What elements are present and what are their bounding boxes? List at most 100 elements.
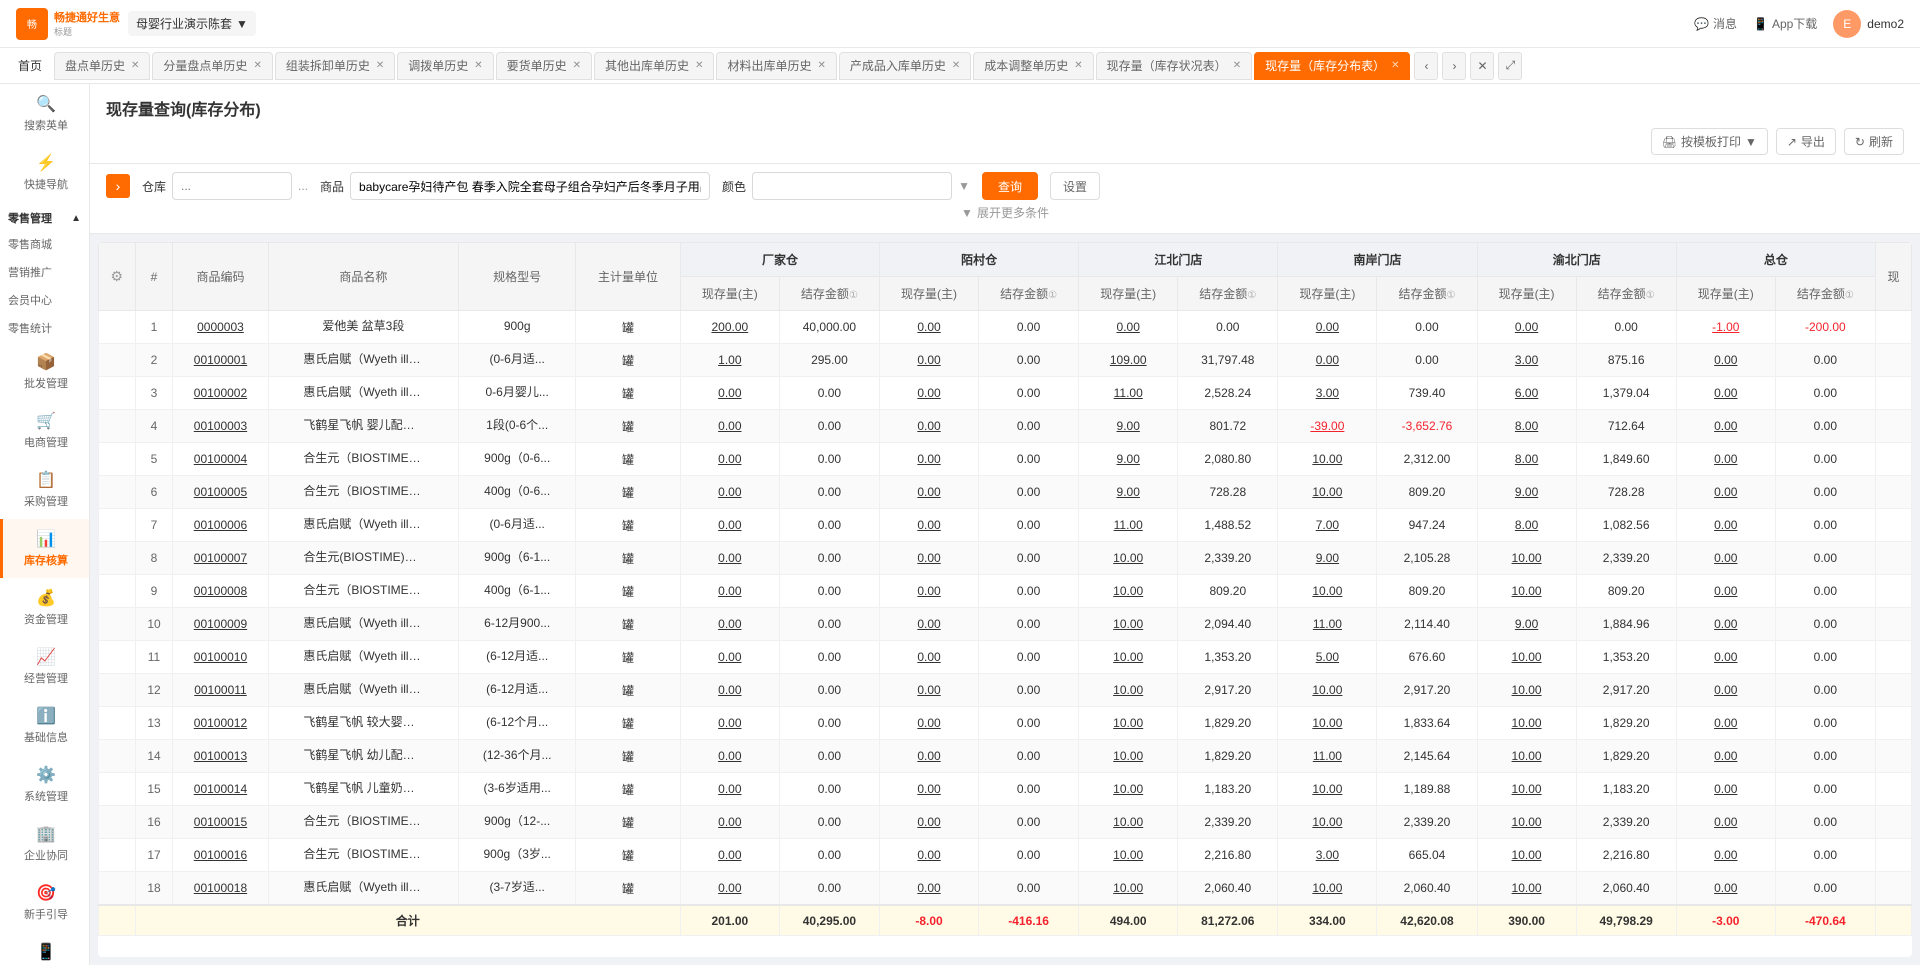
close-icon[interactable]: ✕ [131,60,139,71]
tab-order[interactable]: 要货单历史 ✕ [496,52,592,80]
table-row: 17 00100016 合生元（BIOSTIME）... 900g（3岁... … [99,839,1912,872]
tab-other-out[interactable]: 其他出库单历史 ✕ [594,52,714,80]
main-layout: 🔍 搜索英单 ⚡ 快捷导航 零售管理 ▲ 零售商城 营销推广 会员中心 零售统计… [0,84,1920,965]
search-button[interactable]: 查询 [982,172,1038,200]
close-icon[interactable]: ✕ [952,60,960,71]
print-btn[interactable]: 🖨 按模板打印 ▼ [1651,128,1768,155]
chevron-down-icon: ▼ [1745,135,1757,149]
table-row: 4 00100003 飞鹤星飞帆 婴儿配方奶... 1段(0-6个... 罐 0… [99,410,1912,443]
tab-material-out[interactable]: 材料出库单历史 ✕ [716,52,836,80]
logo-icon: 畅 [16,8,48,40]
col-gear[interactable]: ⚙ [99,243,136,311]
col-spec: 规格型号 [459,243,576,311]
tab-allocate[interactable]: 调拨单历史 ✕ [397,52,493,80]
sidebar-item-guide[interactable]: 🎯 新手引导 [0,873,89,932]
col-nanan-qty: 现存量(主) [1278,277,1377,311]
color-field: 颜色 ▼ [722,172,970,200]
info-icon[interactable]: ① [1447,290,1456,301]
close-icon[interactable]: ✕ [1074,60,1082,71]
sidebar-item-finance[interactable]: 💰 资金管理 [0,578,89,637]
tab-product-in[interactable]: 产成品入库单历史 ✕ [839,52,971,80]
col-group-factory: 厂家仓 [680,243,879,277]
sidebar-item-basic[interactable]: ℹ️ 基础信息 [0,696,89,755]
export-btn[interactable]: ↗ 导出 [1776,128,1836,155]
table-container: ⚙ # 商品编码 商品名称 规格型号 主计量单位 厂家仓 陌村仓 江北门店 南岸… [98,242,1912,957]
warehouse-input[interactable] [172,172,292,200]
close-icon[interactable]: ✕ [695,60,703,71]
close-icon[interactable]: ✕ [817,60,825,71]
sidebar-item-retail-stats[interactable]: 零售统计 [0,314,89,342]
chevron-down-icon: ▼ [961,206,973,220]
sidebar-item-wholesale[interactable]: 📦 批发管理 [0,342,89,401]
tab-dist-stock[interactable]: 分量盘点单历史 ✕ [152,52,272,80]
col-code: 商品编码 [173,243,268,311]
sidebar-item-ops[interactable]: 📈 经营管理 [0,637,89,696]
col-group-yubei: 渝北门店 [1477,243,1676,277]
message-btn[interactable]: 💬 消息 [1694,15,1737,32]
close-icon[interactable]: ✕ [253,60,261,71]
sidebar-item-member[interactable]: 会员中心 [0,286,89,314]
tab-stock-sheet[interactable]: 盘点单历史 ✕ [54,52,150,80]
tab-home[interactable]: 首页 [8,52,52,80]
sidebar-item-purchase[interactable]: 📋 采购管理 [0,460,89,519]
industry-selector[interactable]: 母婴行业演示陈套 ▼ [128,11,256,36]
app-center-icon: 📱 [36,942,56,962]
purchase-icon: 📋 [36,470,56,490]
sidebar-item-retail[interactable]: 零售管理 ▲ [0,202,89,230]
expand-conditions-btn[interactable]: ▼ 展开更多条件 [961,204,1049,221]
info-icon[interactable]: ① [1247,290,1256,301]
tab-cost-adj[interactable]: 成本调整单历史 ✕ [973,52,1093,80]
avatar: E [1833,10,1861,38]
close-icon[interactable]: ✕ [1233,60,1241,71]
tab-close-all-btn[interactable]: ✕ [1470,52,1494,80]
col-group-nanan: 南岸门店 [1278,243,1477,277]
table-row: 16 00100015 合生元（BIOSTIME）... 900g（12-...… [99,806,1912,839]
content-area: 现存量查询(库存分布) 🖨 按模板打印 ▼ ↗ 导出 ↻ 刷新 [90,84,1920,965]
table-row: 8 00100007 合生元(BIOSTIME)派... 900g（6-1...… [99,542,1912,575]
sidebar-item-quicknav[interactable]: ⚡ 快捷导航 [0,143,89,202]
tab-assemble[interactable]: 组装拆卸单历史 ✕ [275,52,395,80]
table-row: 1 0000003 爱他美 盆草3段 900g 罐 200.00 40,000.… [99,311,1912,344]
sidebar-item-marketing[interactable]: 营销推广 [0,258,89,286]
color-input[interactable] [752,172,952,200]
goods-input[interactable] [350,172,710,200]
guide-icon: 🎯 [36,883,56,903]
sidebar-item-ecom[interactable]: 🛒 电商管理 [0,401,89,460]
top-bar-left: 畅 畅捷通好生意 标题 母婴行业演示陈套 ▼ [16,8,256,40]
app-download-btn[interactable]: 📱 App下载 [1753,15,1817,32]
setting-button[interactable]: 设置 [1050,172,1100,200]
close-icon[interactable]: ✕ [376,60,384,71]
info-icon[interactable]: ① [1845,290,1854,301]
table-footer-row: 合计 201.00 40,295.00 -8.00 -416.16 494.00… [99,905,1912,936]
sidebar-item-appcenter[interactable]: 📱 应用中心 [0,932,89,965]
sidebar-item-retail-mall[interactable]: 零售商城 [0,230,89,258]
table-row: 5 00100004 合生元（BIOSTIME）... 900g（0-6... … [99,443,1912,476]
refresh-btn[interactable]: ↻ 刷新 [1844,128,1904,155]
collapse-sidebar-btn[interactable]: › [106,174,130,198]
tab-next-btn[interactable]: › [1442,52,1466,80]
col-mocun-amt: 结存金额① [978,277,1078,311]
tab-stock-status[interactable]: 现存量（库存状况表） ✕ [1096,52,1252,80]
col-unit: 主计量单位 [576,243,681,311]
info-icon[interactable]: ① [1048,290,1057,301]
info-icon[interactable]: ① [849,290,858,301]
sidebar-item-sys[interactable]: ⚙️ 系统管理 [0,755,89,814]
settings-icon[interactable]: ⚙ [111,268,124,284]
info-icon[interactable]: ① [1646,290,1655,301]
sidebar: 🔍 搜索英单 ⚡ 快捷导航 零售管理 ▲ 零售商城 营销推广 会员中心 零售统计… [0,84,90,965]
col-nanan-amt: 结存金额① [1377,277,1477,311]
close-icon[interactable]: ✕ [1391,60,1399,71]
tab-stock-dist[interactable]: 现存量（库存分布表） ✕ [1254,52,1410,80]
sidebar-item-stock[interactable]: 📊 库存核算 [0,519,89,578]
sidebar-item-enterprise[interactable]: 🏢 企业协同 [0,814,89,873]
tab-expand-btn[interactable]: ⤢ [1498,52,1522,80]
user-info[interactable]: E demo2 [1833,10,1904,38]
table-row: 11 00100010 惠氏启赋（Wyeth illu... (6-12月适..… [99,641,1912,674]
tab-prev-btn[interactable]: ‹ [1414,52,1438,80]
close-icon[interactable]: ✕ [474,60,482,71]
close-icon[interactable]: ✕ [573,60,581,71]
wholesale-icon: 📦 [36,352,56,372]
table-row: 18 00100018 惠氏启赋（Wyeth illu... (3-7岁适...… [99,872,1912,906]
sidebar-item-search[interactable]: 🔍 搜索英单 [0,84,89,143]
printer-icon: 🖨 [1662,135,1677,149]
